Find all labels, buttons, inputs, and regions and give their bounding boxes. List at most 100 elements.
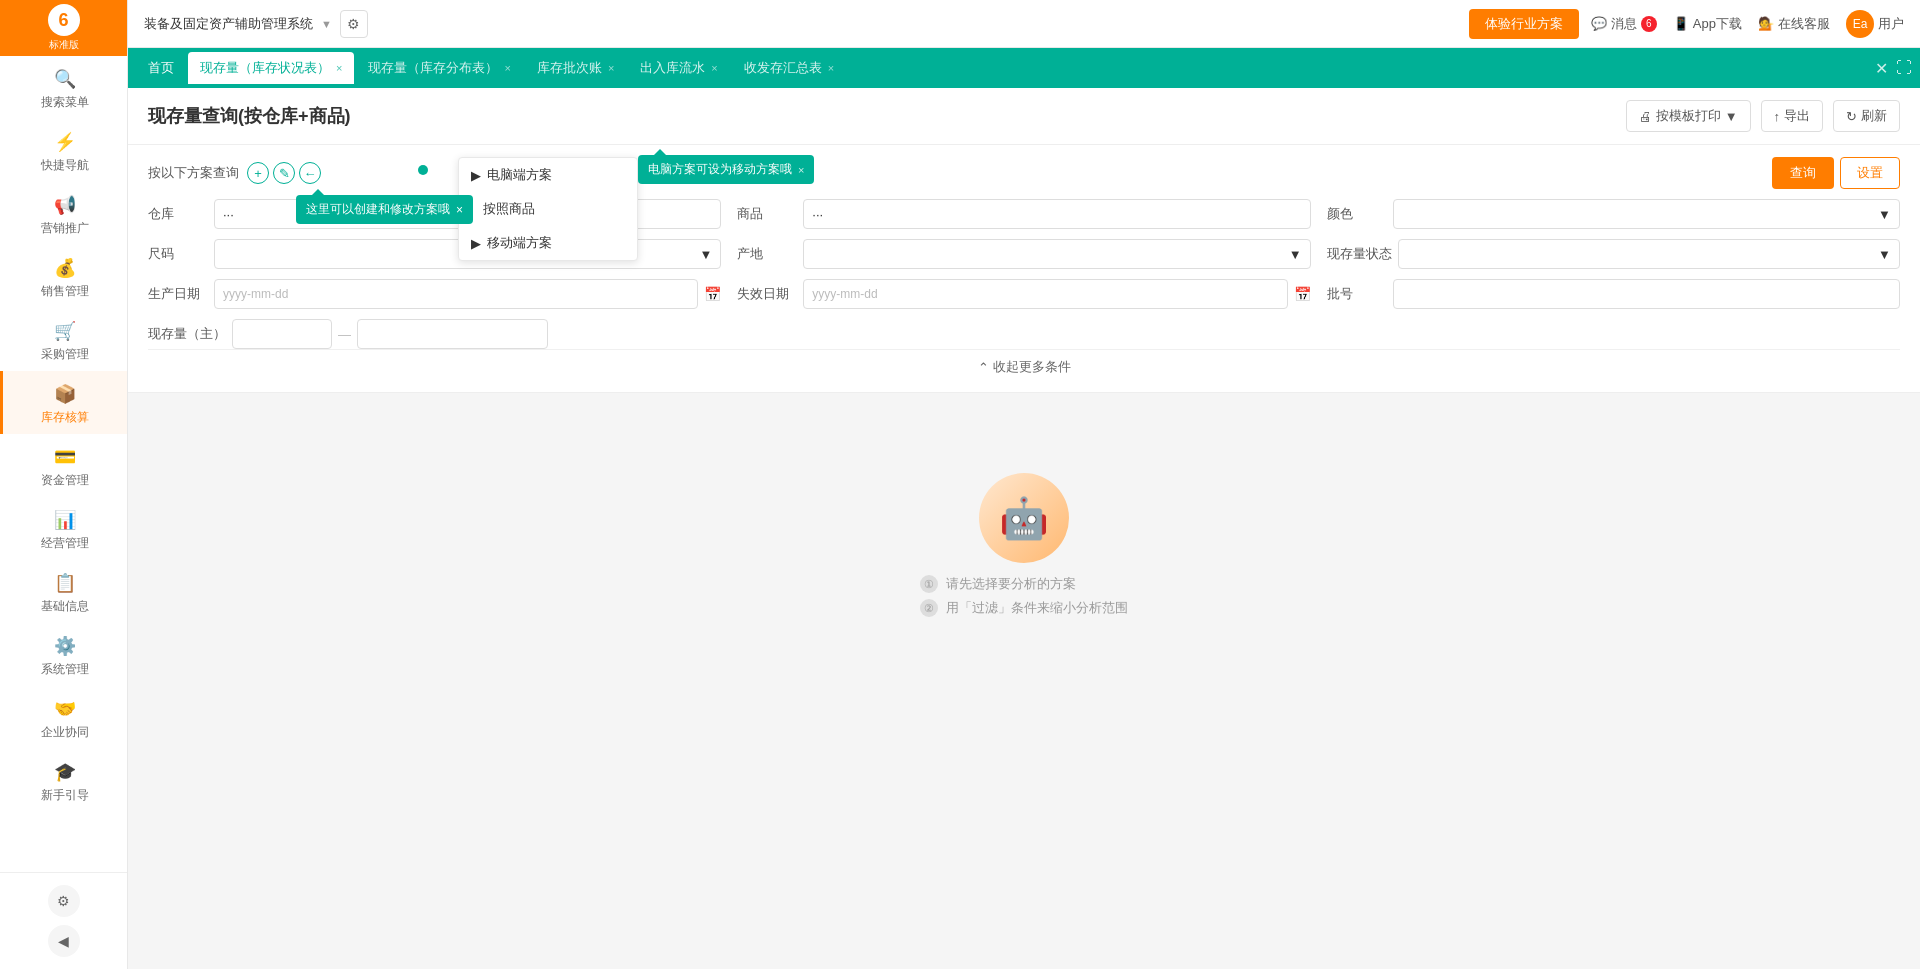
sidebar-item-system[interactable]: ⚙️ 系统管理 [0,623,127,686]
industry-btn[interactable]: 体验行业方案 [1469,9,1579,39]
origin-select[interactable]: ▼ [803,239,1310,269]
tab-inventory-dist-close[interactable]: × [504,62,510,74]
empty-step-2-text: 用「过滤」条件来缩小分析范围 [946,599,1128,617]
expire-date-label: 失效日期 [737,285,797,303]
empty-state: 🤖 ① 请先选择要分析的方案 ② 用「过滤」条件来缩小分析范围 [128,393,1920,697]
stock-main-to[interactable] [357,319,548,349]
goods-select[interactable]: ··· [803,199,1310,229]
back-scheme-btn[interactable]: ← [299,162,321,184]
sidebar-item-search-menu[interactable]: 🔍 搜索菜单 [0,56,127,119]
batch-no-input[interactable] [1393,279,1900,309]
tab-batch-ledger[interactable]: 库存批次账 × [525,52,626,84]
finance-label: 资金管理 [41,472,89,489]
tab-home[interactable]: 首页 [136,52,186,84]
expire-date-placeholder: yyyy-mm-dd [812,287,877,301]
marketing-icon: 📢 [54,194,76,216]
print-label: 按模板打印 [1656,107,1721,125]
sidebar-item-finance[interactable]: 💳 资金管理 [0,434,127,497]
scheme-tooltip2-text: 这里可以创建和修改方案哦 [306,201,450,218]
reset-btn[interactable]: 设置 [1840,157,1900,189]
system-dropdown-icon[interactable]: ▼ [321,18,332,30]
content-area: 现存量查询(按仓库+商品) 🖨 按模板打印 ▼ ↑ 导出 ↻ 刷新 [128,88,1920,969]
page-header: 现存量查询(按仓库+商品) 🖨 按模板打印 ▼ ↑ 导出 ↻ 刷新 [128,88,1920,145]
tab-inout-flow[interactable]: 出入库流水 × [628,52,729,84]
purchase-label: 采购管理 [41,346,89,363]
filter-cell-goods: 商品 ··· [737,199,1310,229]
expire-date-input[interactable]: yyyy-mm-dd [803,279,1287,309]
topbar-gear-btn[interactable]: ⚙ [340,10,368,38]
expire-date-calendar-icon[interactable]: 📅 [1294,286,1311,302]
sidebar-item-quick-nav[interactable]: ⚡ 快捷导航 [0,119,127,182]
color-label: 颜色 [1327,205,1387,223]
stock-main-from[interactable] [232,319,332,349]
collapse-sidebar-btn[interactable]: ◀ [48,925,80,957]
filter-cell-batch-no: 批号 [1327,279,1900,309]
edit-scheme-btn[interactable]: ✎ [273,162,295,184]
system-name: 装备及固定资产辅助管理系统 [144,15,313,33]
guide-label: 新手引导 [41,787,89,804]
scheme-desktop-header[interactable]: ▶ 电脑端方案 [459,158,637,192]
sidebar-item-sales[interactable]: 💰 销售管理 [0,245,127,308]
fullscreen-icon[interactable]: ⛶ [1896,59,1912,77]
tabs-bar-right: ✕ ⛶ [1875,59,1912,78]
scheme-tooltip-close[interactable]: × [798,164,804,176]
scheme-mobile-arrow: ▶ [471,236,481,251]
sidebar-item-basic[interactable]: 📋 基础信息 [0,560,127,623]
scheme-tooltip2-close[interactable]: × [456,203,463,217]
export-btn[interactable]: ↑ 导出 [1761,100,1824,132]
produce-date-calendar-icon[interactable]: 📅 [704,286,721,302]
produce-date-input[interactable]: yyyy-mm-dd [214,279,698,309]
page-actions: 🖨 按模板打印 ▼ ↑ 导出 ↻ 刷新 [1626,100,1900,132]
collapse-btn[interactable]: ⌃ 收起更多条件 [148,349,1900,384]
search-btn[interactable]: 查询 [1772,157,1834,189]
user-btn[interactable]: Ea 用户 [1846,10,1904,38]
online-service-label: 在线客服 [1778,15,1830,33]
tab-inventory-status-label: 现存量（库存状况表） [200,59,330,77]
sales-icon: 💰 [54,257,76,279]
scheme-goods-label: 按照商品 [483,200,535,218]
online-service-btn[interactable]: 💁 在线客服 [1758,15,1830,33]
filter-row-2: 尺码 ▼ 产地 ▼ 现存量状态 [148,239,1900,269]
filter-cell-color: 颜色 ▼ [1327,199,1900,229]
tab-inventory-dist[interactable]: 现存量（库存分布表） × [356,52,522,84]
logo-icon: 6 [48,4,80,36]
online-service-icon: 💁 [1758,16,1774,31]
refresh-btn[interactable]: ↻ 刷新 [1833,100,1900,132]
sidebar-bottom: ⚙ ◀ [0,872,127,969]
tab-batch-ledger-close[interactable]: × [608,62,614,74]
filter-area: 按以下方案查询 + ✎ ← ▶ 电脑端方案 按照商品 ▶ [128,145,1920,393]
add-scheme-btn[interactable]: + [247,162,269,184]
tab-inventory-status[interactable]: 现存量（库存状况表） × [188,52,354,84]
sidebar: 6 标准版 🔍 搜索菜单 ⚡ 快捷导航 📢 营销推广 💰 销售管理 🛒 采购管理… [0,0,128,969]
message-btn[interactable]: 💬 消息 6 [1591,15,1657,33]
tab-receive-summary[interactable]: 收发存汇总表 × [732,52,846,84]
tab-inout-flow-close[interactable]: × [711,62,717,74]
user-avatar: Ea [1846,10,1874,38]
print-btn[interactable]: 🖨 按模板打印 ▼ [1626,100,1751,132]
scheme-goods-item[interactable]: 按照商品 [459,192,637,226]
scheme-mobile-header[interactable]: ▶ 移动端方案 [459,226,637,260]
sidebar-item-enterprise[interactable]: 🤝 企业协同 [0,686,127,749]
tab-inventory-status-close[interactable]: × [336,62,342,74]
tab-receive-summary-close[interactable]: × [828,62,834,74]
warehouse-dots: ··· [223,207,234,222]
settings-btn[interactable]: ⚙ [48,885,80,917]
filter-cell-expire-date: 失效日期 yyyy-mm-dd 📅 [737,279,1310,309]
export-icon: ↑ [1774,109,1781,124]
sidebar-item-purchase[interactable]: 🛒 采购管理 [0,308,127,371]
sidebar-item-guide[interactable]: 🎓 新手引导 [0,749,127,812]
filter-cell-stock-main: 现存量（主） — [148,319,548,349]
color-select[interactable]: ▼ [1393,199,1900,229]
sidebar-item-marketing[interactable]: 📢 营销推广 [0,182,127,245]
close-all-tabs-icon[interactable]: ✕ [1875,59,1888,78]
logo-text: 标准版 [49,38,79,52]
stock-status-select[interactable]: ▼ [1398,239,1900,269]
inventory-label: 库存核算 [41,409,89,426]
sidebar-item-inventory[interactable]: 📦 库存核算 [0,371,127,434]
tabs-bar: 首页 现存量（库存状况表） × 现存量（库存分布表） × 库存批次账 × 出入库… [128,48,1920,88]
sidebar-item-operation[interactable]: 📊 经营管理 [0,497,127,560]
app-download-btn[interactable]: 📱 App下载 [1673,15,1742,33]
scheme-mobile-label: 移动端方案 [487,234,552,252]
search-menu-label: 搜索菜单 [41,94,89,111]
collapse-label: 收起更多条件 [993,358,1071,376]
